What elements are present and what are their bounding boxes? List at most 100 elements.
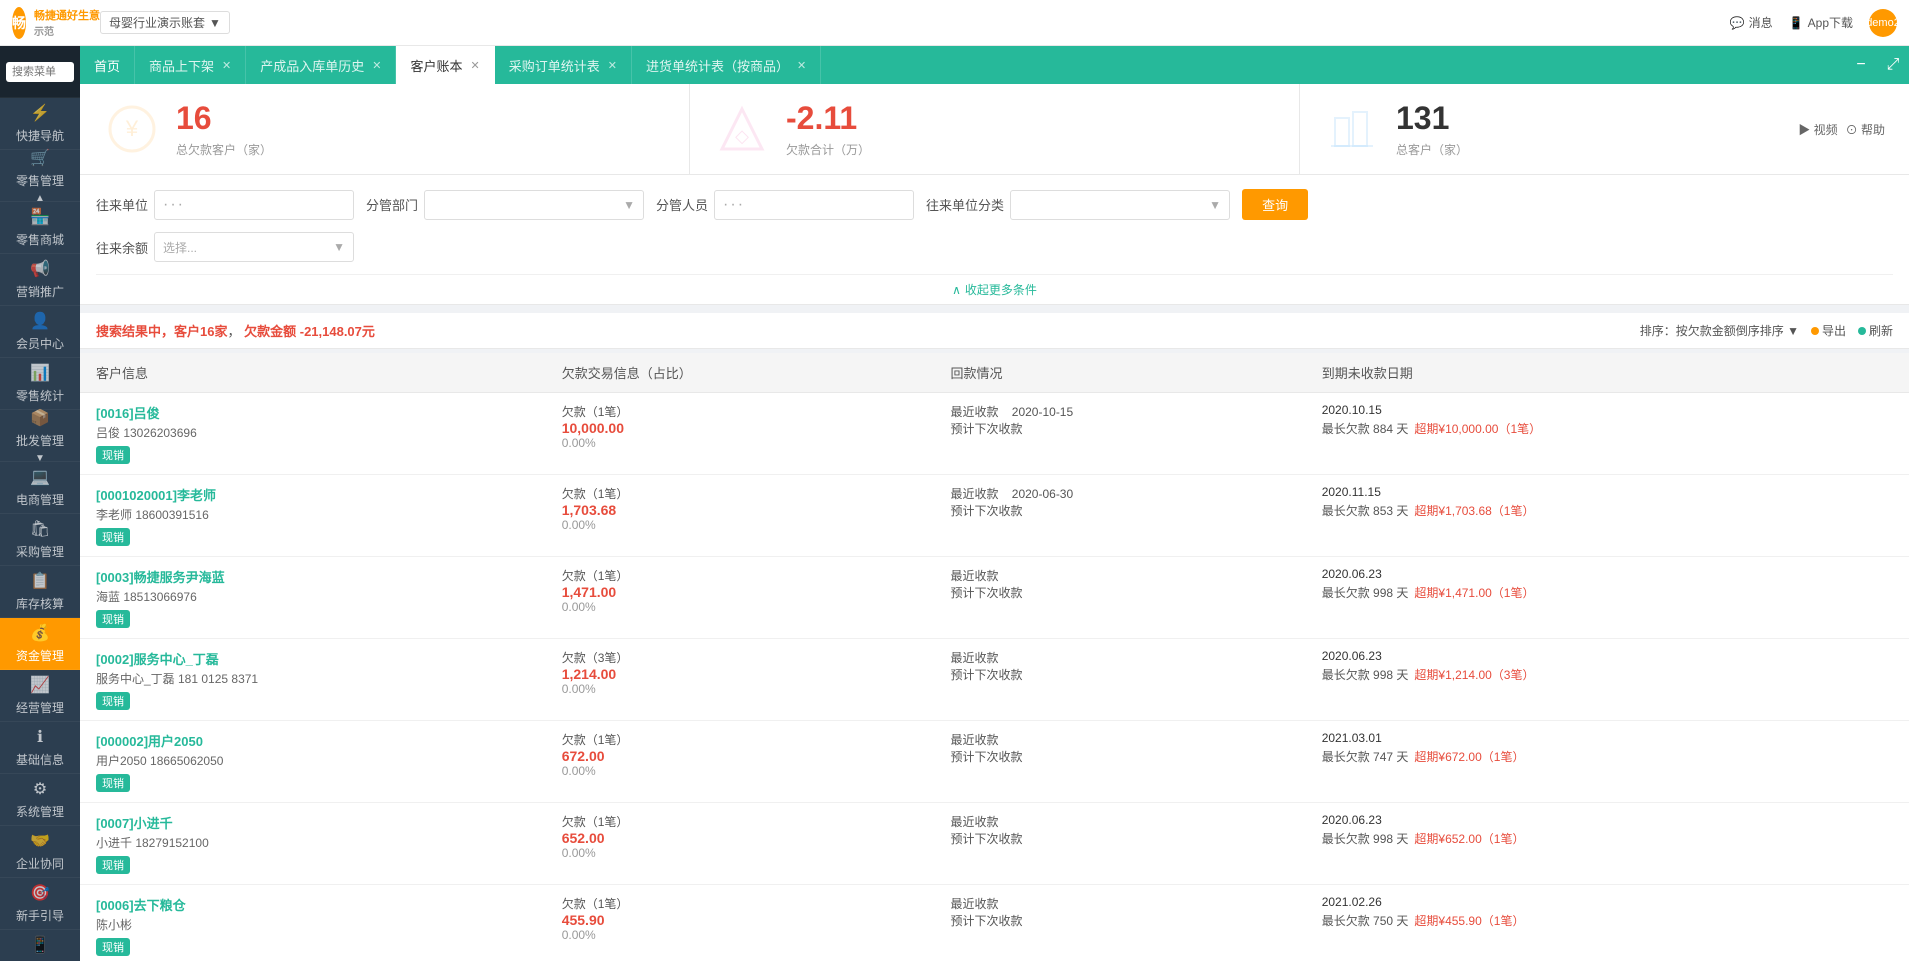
tab-home[interactable]: 首页 <box>80 46 135 84</box>
customer-name-2[interactable]: [0003]畅捷服务尹海蓝 <box>96 567 530 586</box>
customer-tag-5: 现销 <box>96 856 130 874</box>
filter-row-2: 往来余额 选择... ▼ <box>96 232 1893 262</box>
tab-product-offline[interactable]: 商品上下架 ✕ <box>135 46 246 84</box>
help-btn[interactable]: ⊙ 帮助 <box>1846 121 1885 138</box>
tab-product-history[interactable]: 产成品入库单历史 ✕ <box>246 46 396 84</box>
due-date-4: 2021.03.01 <box>1322 731 1893 745</box>
sidebar-item-finance[interactable]: 💰 资金管理 <box>0 618 80 670</box>
tab-purchase-by-product[interactable]: 进货单统计表（按商品） ✕ <box>632 46 821 84</box>
debt-amount-2[interactable]: 1,471.00 <box>562 584 919 600</box>
customer-name-5[interactable]: [0007]小进千 <box>96 813 530 832</box>
overdue-days-2: 最长欠款 998 天 <box>1322 584 1409 601</box>
sidebar-item-app-center[interactable]: 📱 应用中心 <box>0 930 80 961</box>
summary-icon-2: ◇ <box>714 101 770 157</box>
debt-amount-4[interactable]: 672.00 <box>562 748 919 764</box>
col-header-collection: 回款情况 <box>934 353 1305 393</box>
data-table: 客户信息 欠款交易信息（占比） 回款情况 到期未收款日期 [0016]吕俊 吕俊… <box>80 353 1909 961</box>
tab-close-customer-account[interactable]: ✕ <box>471 59 480 72</box>
filter-dept: 分管部门 ▼ <box>366 190 644 220</box>
overdue-amount-1[interactable]: 超期¥1,703.68（1笔） <box>1414 502 1534 519</box>
sidebar-item-member[interactable]: 👤 会员中心 <box>0 306 80 358</box>
customer-name-0[interactable]: [0016]吕俊 <box>96 403 530 422</box>
dept-input[interactable]: ▼ <box>424 190 644 220</box>
overdue-amount-4[interactable]: 超期¥672.00（1笔） <box>1414 748 1524 765</box>
col-header-due-date: 到期未收款日期 <box>1306 353 1909 393</box>
tab-close-product-offline[interactable]: ✕ <box>222 59 231 72</box>
customer-name-3[interactable]: [0002]服务中心_丁磊 <box>96 649 530 668</box>
summary-num-2: -2.11 <box>786 100 1275 137</box>
tab-close-product-history[interactable]: ✕ <box>372 59 381 72</box>
sidebar-item-ecommerce[interactable]: 💻 电商管理 <box>0 462 80 514</box>
sort-dropdown-arrow[interactable]: ▼ <box>1787 324 1799 338</box>
sidebar-item-enterprise[interactable]: 🤝 企业协同 <box>0 826 80 878</box>
refresh-btn[interactable]: 刷新 <box>1858 322 1893 339</box>
customer-name-6[interactable]: [0006]去下粮仓 <box>96 895 530 914</box>
sidebar-item-retail-mgmt[interactable]: 🛒 零售管理 ▲ <box>0 150 80 202</box>
debt-amount-1[interactable]: 1,703.68 <box>562 502 919 518</box>
sidebar-item-purchase[interactable]: 🛍 采购管理 <box>0 514 80 566</box>
retail-mgmt-icon: 🛒 <box>30 148 50 168</box>
sidebar-item-marketing[interactable]: 📢 营销推广 <box>0 254 80 306</box>
tab-close-purchase-summary[interactable]: ✕ <box>608 59 617 72</box>
sidebar-item-ops-mgmt[interactable]: 📈 经营管理 <box>0 670 80 722</box>
tab-customer-account[interactable]: 客户账本 ✕ <box>396 46 494 84</box>
source-unit-input[interactable]: ··· <box>154 190 354 220</box>
filter-area: 往来单位 ··· 分管部门 ▼ 分管人员 ··· 往来单位分类 <box>80 175 1909 305</box>
customer-name-4[interactable]: [000002]用户2050 <box>96 731 530 750</box>
search-input[interactable] <box>6 62 74 82</box>
avatar[interactable]: demo2 <box>1869 9 1897 37</box>
tab-purchase-summary[interactable]: 采购订单统计表 ✕ <box>495 46 632 84</box>
next-label-0: 预计下次收款 <box>950 420 1289 437</box>
system-selector[interactable]: 母婴行业演示账套 ▼ <box>100 11 230 34</box>
debt-amount-6[interactable]: 455.90 <box>562 912 919 928</box>
sidebar-item-basic-info[interactable]: ℹ 基础信息 <box>0 722 80 774</box>
refresh-icon <box>1858 327 1866 335</box>
sidebar-item-inventory[interactable]: 📋 库存核算 <box>0 566 80 618</box>
tab-maximize-btn[interactable]: ⤢ <box>1877 46 1909 84</box>
cell-debt-3: 欠款（3笔） 1,214.00 0.00% <box>546 639 935 721</box>
tab-minimize-btn[interactable]: − <box>1845 46 1877 84</box>
sidebar-search[interactable] <box>0 46 80 98</box>
sidebar-item-system[interactable]: ⚙ 系统管理 <box>0 774 80 826</box>
filter-unit-category: 往来单位分类 ▼ <box>926 190 1230 220</box>
cell-due-0: 2020.10.15 最长欠款 884 天 超期¥10,000.00（1笔） <box>1306 393 1909 475</box>
overdue-amount-3[interactable]: 超期¥1,214.00（3笔） <box>1414 666 1534 683</box>
cell-due-4: 2021.03.01 最长欠款 747 天 超期¥672.00（1笔） <box>1306 721 1909 803</box>
sidebar-item-batch-mgmt[interactable]: 📦 批发管理 ▼ <box>0 410 80 462</box>
tab-bar: 首页 商品上下架 ✕ 产成品入库单历史 ✕ 客户账本 ✕ 采购订单统计表 ✕ 进… <box>80 46 1909 84</box>
collapse-btn[interactable]: ∧ 收起更多条件 <box>96 274 1893 304</box>
export-btn[interactable]: 导出 <box>1811 322 1846 339</box>
debt-pct-2: 0.00% <box>562 600 919 614</box>
svg-text:◇: ◇ <box>735 126 749 146</box>
debt-amount-5[interactable]: 652.00 <box>562 830 919 846</box>
view-btn[interactable]: ▶ 视频 <box>1798 121 1837 138</box>
sidebar-item-quick-nav[interactable]: ⚡ 快捷导航 <box>0 98 80 150</box>
due-date-6: 2021.02.26 <box>1322 895 1893 909</box>
overdue-amount-6[interactable]: 超期¥455.90（1笔） <box>1414 912 1524 929</box>
logo-text: 畅捷通好生意 示范 <box>34 7 100 38</box>
summary-card-1: ¥ 16 总欠款客户（家） <box>80 84 690 174</box>
search-button[interactable]: 查询 <box>1242 189 1308 220</box>
customer-contact-6: 陈小彬 <box>96 916 530 933</box>
sidebar-item-retail-stats[interactable]: 📊 零售统计 <box>0 358 80 410</box>
balance-input[interactable]: 选择... ▼ <box>154 232 354 262</box>
unit-category-label: 往来单位分类 <box>926 195 1004 214</box>
person-input[interactable]: ··· <box>714 190 914 220</box>
overdue-amount-5[interactable]: 超期¥652.00（1笔） <box>1414 830 1524 847</box>
debt-amount-0[interactable]: 10,000.00 <box>562 420 919 436</box>
summary-info-2: -2.11 欠款合计（万） <box>786 100 1275 158</box>
tab-close-purchase-by-product[interactable]: ✕ <box>797 59 806 72</box>
overdue-amount-2[interactable]: 超期¥1,471.00（1笔） <box>1414 584 1534 601</box>
message-btn[interactable]: 💬 消息 <box>1730 14 1773 31</box>
finance-icon: 💰 <box>30 623 50 643</box>
sidebar-item-retail-mall[interactable]: 🏪 零售商城 <box>0 202 80 254</box>
customer-name-1[interactable]: [0001020001]李老师 <box>96 485 530 504</box>
sidebar-item-guide[interactable]: 🎯 新手引导 <box>0 878 80 930</box>
overdue-amount-0[interactable]: 超期¥10,000.00（1笔） <box>1414 420 1541 437</box>
debt-amount-3[interactable]: 1,214.00 <box>562 666 919 682</box>
cell-customer-6: [0006]去下粮仓 陈小彬 现销 <box>80 885 546 961</box>
customer-contact-2: 海蓝 18513066976 <box>96 588 530 605</box>
unit-category-input[interactable]: ▼ <box>1010 190 1230 220</box>
debt-count-4: 欠款（1笔） <box>562 731 919 748</box>
app-download-btn[interactable]: 📱 App下载 <box>1789 14 1853 31</box>
